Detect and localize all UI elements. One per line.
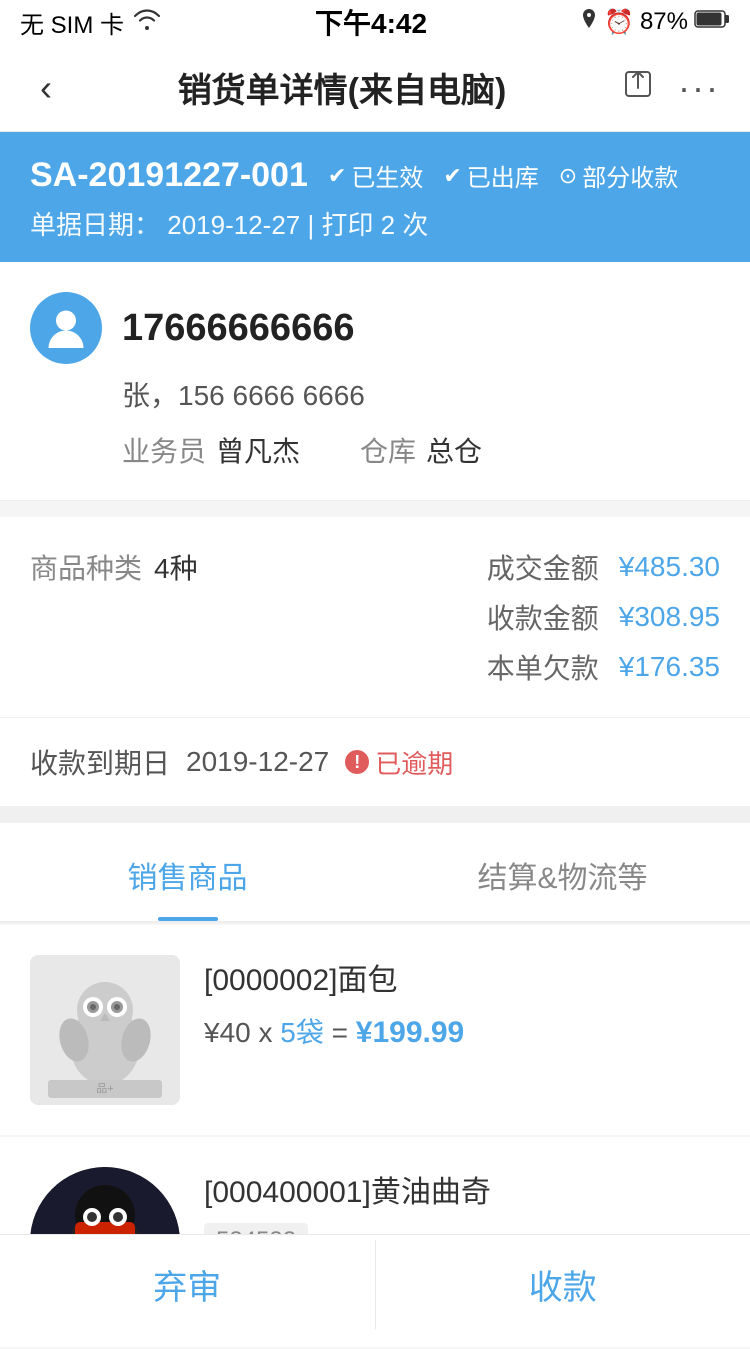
product-equals-1: = <box>332 1017 356 1048</box>
overdue-text: 已逾期 <box>375 744 453 781</box>
status-right: ⏰ 87% <box>580 8 730 37</box>
banner-status-row: SA-20191227-001 已生效 已出库 部分收款 <box>30 156 720 195</box>
product-price-1: ¥40 <box>204 1017 251 1048</box>
overdue-icon: ! <box>345 750 369 774</box>
tab-settlement[interactable]: 结算&物流等 <box>375 823 750 921</box>
back-button[interactable]: ‹ <box>30 57 62 119</box>
deal-amount-row: 成交金额 ¥485.30 <box>487 547 720 587</box>
product-types-info: 商品种类 4种 <box>30 547 198 587</box>
product-price-row-1: ¥40 x 5袋 = ¥199.99 <box>204 1011 720 1051</box>
warehouse-value: 总仓 <box>426 430 482 470</box>
page-title: 销货单详情(来自电脑) <box>178 63 507 112</box>
product-info-1: [0000002]面包 ¥40 x 5袋 = ¥199.99 <box>204 955 720 1051</box>
customer-avatar <box>30 292 102 364</box>
section-divider <box>0 807 750 823</box>
warehouse-label: 仓库 <box>360 430 416 470</box>
product-multiply-1: x <box>259 1017 281 1048</box>
carrier-text: 无 SIM 卡 <box>20 5 124 40</box>
customer-phone-row: 17666666666 <box>30 292 720 364</box>
tabs-bar: 销售商品 结算&物流等 <box>0 823 750 923</box>
status-badge-shipped: 已出库 <box>443 158 538 193</box>
due-date-value: 2019-12-27 <box>186 746 329 778</box>
product-types-value: 4种 <box>154 547 198 587</box>
customer-section: 17666666666 张，156 6666 6666 业务员 曾凡杰 仓库 总… <box>0 262 750 501</box>
product-qty-1: 5袋 <box>280 1017 324 1048</box>
salesperson-label: 业务员 <box>122 430 206 470</box>
tab-products[interactable]: 销售商品 <box>0 823 375 921</box>
collected-amount-row: 收款金额 ¥308.95 <box>487 597 720 637</box>
wifi-icon <box>132 8 162 37</box>
product-item: 品+ [0000002]面包 ¥40 x 5袋 = ¥199.99 <box>0 925 750 1135</box>
svg-text:品+: 品+ <box>96 1082 113 1095</box>
collected-label: 收款金额 <box>487 597 599 637</box>
order-header-banner: SA-20191227-001 已生效 已出库 部分收款 单据日期： 2019-… <box>0 132 750 262</box>
salesperson-value: 曾凡杰 <box>216 430 300 470</box>
collect-payment-button[interactable]: 收款 <box>376 1240 750 1329</box>
deal-amount-value: ¥485.30 <box>619 551 720 583</box>
due-date-label: 收款到期日 <box>30 742 170 782</box>
stats-section: 商品种类 4种 成交金额 ¥485.30 收款金额 ¥308.95 本单欠款 ¥… <box>0 517 750 718</box>
cancel-review-button[interactable]: 弃审 <box>0 1240 376 1329</box>
nav-bar: ‹ 销货单详情(来自电脑) ··· <box>0 44 750 132</box>
customer-name: 张，156 6666 6666 <box>30 374 720 414</box>
battery-text: 87% <box>640 8 688 36</box>
warehouse-info: 仓库 总仓 <box>360 430 482 470</box>
product-total-1: ¥199.99 <box>356 1016 464 1049</box>
salesperson-info: 业务员 曾凡杰 <box>122 430 300 470</box>
order-id: SA-20191227-001 <box>30 156 308 195</box>
status-badge-partial: 部分收款 <box>559 158 678 193</box>
customer-phone-number: 17666666666 <box>122 307 354 350</box>
product-name-2: [000400001]黄油曲奇 <box>204 1167 720 1211</box>
product-name-1: [0000002]面包 <box>204 955 720 999</box>
overdue-badge: ! 已逾期 <box>345 744 453 781</box>
owed-value: ¥176.35 <box>619 651 720 683</box>
status-left: 无 SIM 卡 <box>20 5 162 40</box>
location-icon <box>580 8 598 37</box>
check-icon-active <box>328 162 346 190</box>
battery-icon <box>694 8 730 36</box>
status-time: 下午4:42 <box>315 2 427 42</box>
alarm-icon: ⏰ <box>604 8 634 37</box>
owed-amount-row: 本单欠款 ¥176.35 <box>487 647 720 687</box>
more-button[interactable]: ··· <box>678 67 720 109</box>
status-bar: 无 SIM 卡 下午4:42 ⏰ 87% <box>0 0 750 44</box>
banner-date-row: 单据日期： 2019-12-27 | 打印 2 次 <box>30 205 720 242</box>
clock-icon <box>559 162 577 190</box>
amount-stats: 成交金额 ¥485.30 收款金额 ¥308.95 本单欠款 ¥176.35 <box>487 547 720 687</box>
share-button[interactable] <box>622 68 654 108</box>
bottom-bar: 弃审 收款 <box>0 1234 750 1334</box>
deal-amount-label: 成交金额 <box>487 547 599 587</box>
product-image-1: 品+ <box>30 955 180 1105</box>
product-types-label: 商品种类 <box>30 547 142 587</box>
customer-meta: 业务员 曾凡杰 仓库 总仓 <box>30 430 720 470</box>
due-date-section: 收款到期日 2019-12-27 ! 已逾期 <box>0 718 750 807</box>
nav-right-actions: ··· <box>622 67 720 109</box>
collected-value: ¥308.95 <box>619 601 720 633</box>
check-icon-shipped <box>443 162 461 190</box>
owed-label: 本单欠款 <box>487 647 599 687</box>
status-badge-active: 已生效 <box>328 158 423 193</box>
